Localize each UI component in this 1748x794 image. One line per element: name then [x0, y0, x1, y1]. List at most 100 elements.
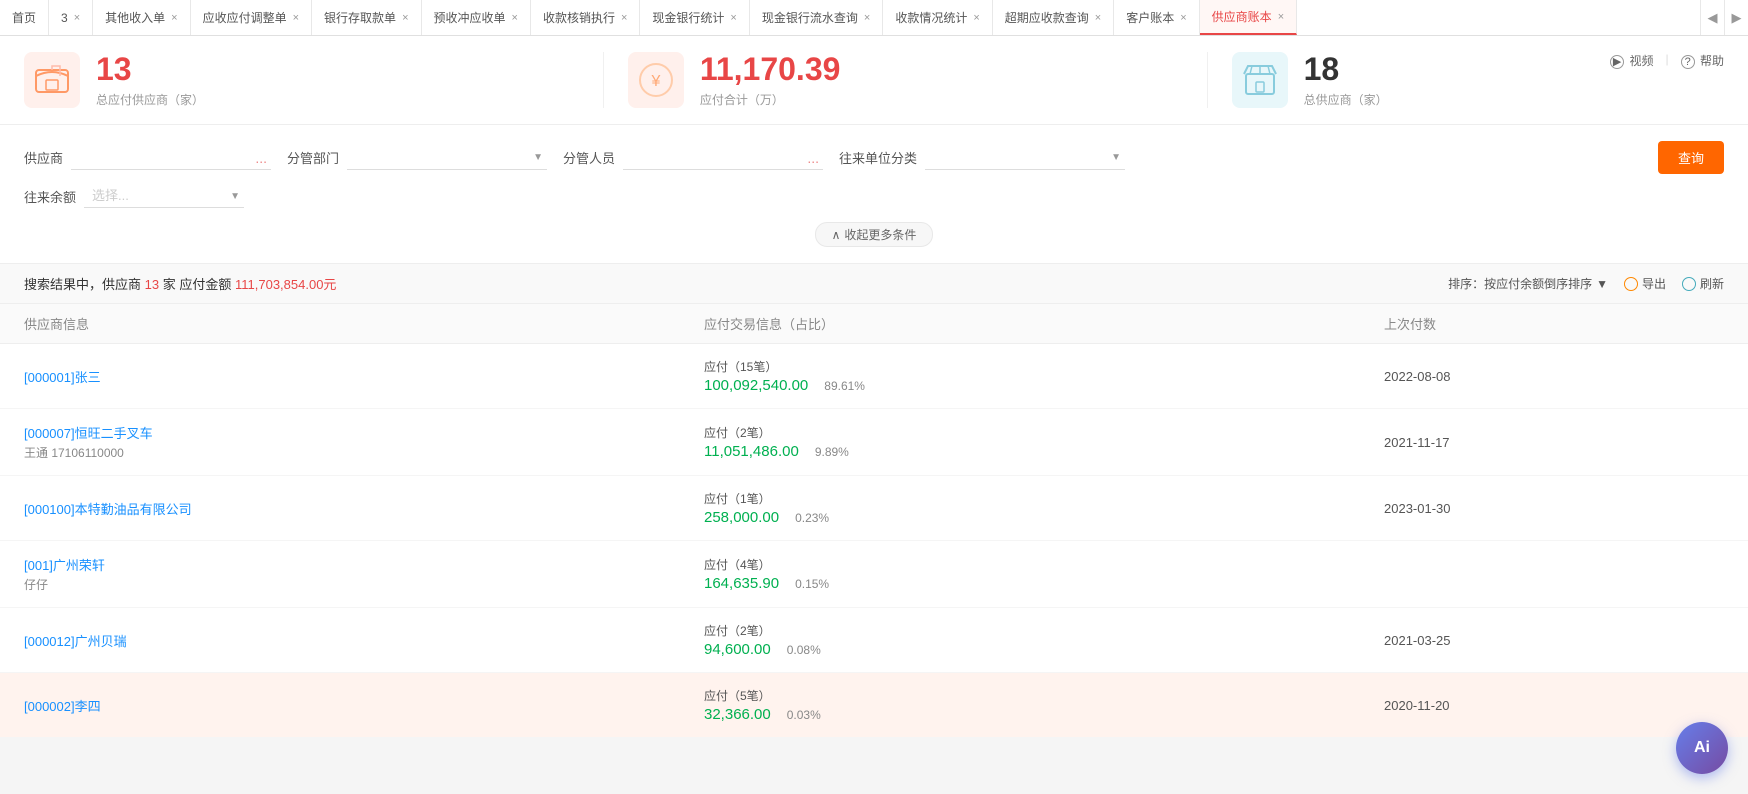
tx-label: 应付（15笔） [704, 358, 1384, 375]
table-row: [001]广州荣轩 仔仔 应付（4笔） 164,635.90 0.15% [0, 541, 1748, 608]
tx-label: 应付（2笔） [704, 622, 1384, 639]
supplier-sub: 仔仔 [24, 576, 704, 593]
nav-tab-receipt-stat[interactable]: 收款情况统计 × [883, 0, 992, 35]
table-row: [000100]本特勤油品有限公司 应付（1笔） 258,000.00 0.23… [0, 476, 1748, 541]
nav-prev-arrow[interactable]: ◀ [1700, 0, 1724, 36]
refresh-icon [1682, 277, 1696, 291]
collapse-button[interactable]: ∧ 收起更多条件 [815, 222, 934, 247]
export-button[interactable]: 导出 [1624, 275, 1666, 292]
close-icon[interactable]: × [730, 12, 736, 24]
tx-cell: 应付（2笔） 94,600.00 0.08% [704, 622, 1384, 658]
tx-cell: 应付（2笔） 11,051,486.00 9.89% [704, 424, 1384, 460]
supplier-sub: 王通 17106110000 [24, 444, 704, 461]
table-row: [000002]李四 应付（5笔） 32,366.00 0.03% 2020-1… [0, 673, 1748, 738]
result-actions: 排序：按应付余额倒序排序 ▼ 导出 刷新 [1448, 275, 1724, 292]
nav-tab-cash-bank-stat[interactable]: 现金银行统计 × [640, 0, 749, 35]
help-link[interactable]: ? 帮助 [1681, 52, 1724, 69]
supplier-cell: [000100]本特勤油品有限公司 [24, 499, 704, 518]
store-icon [1232, 52, 1288, 108]
tx-amount[interactable]: 32,366.00 [704, 706, 771, 723]
nav-tab-cash-bank-flow[interactable]: 现金银行流水查询 × [750, 0, 883, 35]
tx-label: 应付（5笔） [704, 687, 1384, 704]
tx-pct: 0.03% [787, 708, 821, 722]
tx-row: 164,635.90 0.15% [704, 573, 1384, 592]
supplier-cell: [000001]张三 [24, 367, 704, 386]
summary-bar: ▶ 视频 | ? 帮助 13 总应付供应商（家） ¥ [0, 36, 1748, 125]
supplier-link[interactable]: [000007]恒旺二手叉车 [24, 426, 153, 441]
tx-amount[interactable]: 100,092,540.00 [704, 377, 808, 394]
close-icon[interactable]: × [1278, 11, 1284, 23]
nav-tab-receipt-verify[interactable]: 收款核销执行 × [531, 0, 640, 35]
payable-amount-content: 11,170.39 应付合计（万） [700, 52, 841, 108]
close-icon[interactable]: × [171, 12, 177, 24]
close-icon[interactable]: × [973, 12, 979, 24]
nav-tab-supplier-book[interactable]: 供应商账本 × [1200, 0, 1297, 35]
nav-tab-bank-deposit[interactable]: 银行存取款单 × [312, 0, 421, 35]
tx-cell: 应付（5笔） 32,366.00 0.03% [704, 687, 1384, 723]
close-icon[interactable]: × [293, 12, 299, 24]
tx-amount[interactable]: 11,051,486.00 [704, 443, 799, 460]
nav-tab-prepay-ar[interactable]: 预收冲应收单 × [422, 0, 531, 35]
last-pay-cell: 2021-11-17 [1384, 435, 1724, 450]
supplier-cell: [000007]恒旺二手叉车 王通 17106110000 [24, 423, 704, 461]
video-link[interactable]: ▶ 视频 [1610, 52, 1653, 69]
supplier-link[interactable]: [001]广州荣轩 [24, 558, 105, 573]
nav-next-arrow[interactable]: ▶ [1724, 0, 1748, 36]
balance-select[interactable] [84, 184, 244, 208]
balance-filter: 往来余额 ▼ [24, 184, 244, 208]
data-table: 供应商信息 应付交易信息（占比） 上次付数 [000001]张三 应付（15笔）… [0, 304, 1748, 738]
close-icon[interactable]: × [864, 12, 870, 24]
nav-tab-3[interactable]: 3 × [49, 0, 93, 35]
nav-tab-other-income[interactable]: 其他收入单 × [93, 0, 190, 35]
supplier-filter-label: 供应商 [24, 148, 63, 167]
balance-input-wrapper: ▼ [84, 184, 244, 208]
person-input[interactable] [623, 146, 823, 170]
dept-filter-label: 分管部门 [287, 148, 339, 167]
table-row: [000007]恒旺二手叉车 王通 17106110000 应付（2笔） 11,… [0, 409, 1748, 476]
supplier-link[interactable]: [000001]张三 [24, 370, 101, 385]
category-input-wrapper: ▼ [925, 146, 1125, 170]
nav-tab-ar-ap-adjust[interactable]: 应收应付调整单 × [191, 0, 312, 35]
total-suppliers-label: 总供应商（家） [1304, 91, 1388, 108]
total-suppliers-content: 18 总供应商（家） [1304, 52, 1388, 108]
export-label: 导出 [1642, 275, 1666, 292]
nav-tab-overdue-ar[interactable]: 超期应收款查询 × [993, 0, 1114, 35]
result-supplier-count: 13 [145, 277, 159, 292]
tx-amount[interactable]: 94,600.00 [704, 641, 771, 658]
tx-amount[interactable]: 258,000.00 [704, 509, 779, 526]
refresh-button[interactable]: 刷新 [1682, 275, 1724, 292]
tx-cell: 应付（4笔） 164,635.90 0.15% [704, 556, 1384, 592]
table-row: [000012]广州贝瑞 应付（2笔） 94,600.00 0.08% 2021… [0, 608, 1748, 673]
nav-tab-bank-deposit-label: 银行存取款单 [324, 9, 396, 26]
nav-tab-cash-bank-stat-label: 现金银行统计 [652, 9, 724, 26]
table-row: [000001]张三 应付（15笔） 100,092,540.00 89.61%… [0, 344, 1748, 409]
result-amount-total: 111,703,854.00元 [235, 277, 336, 292]
close-icon[interactable]: × [621, 12, 627, 24]
nav-tab-home[interactable]: 首页 [0, 0, 49, 35]
close-icon[interactable]: × [1095, 12, 1101, 24]
category-input[interactable] [925, 146, 1125, 170]
supplier-input[interactable] [71, 146, 271, 170]
supplier-link[interactable]: [000002]李四 [24, 699, 101, 714]
tx-label: 应付（1笔） [704, 490, 1384, 507]
close-icon[interactable]: × [512, 12, 518, 24]
close-icon[interactable]: × [74, 12, 80, 24]
supplier-link[interactable]: [000012]广州贝瑞 [24, 634, 127, 649]
ai-badge[interactable]: Ai [1676, 722, 1728, 774]
nav-tab-customer-book[interactable]: 客户账本 × [1114, 0, 1199, 35]
supplier-link[interactable]: [000100]本特勤油品有限公司 [24, 502, 192, 517]
nav-tab-receipt-stat-label: 收款情况统计 [895, 9, 967, 26]
filter-row-2: 往来余额 ▼ [24, 184, 1724, 208]
payable-suppliers-count: 13 [96, 52, 204, 87]
supplier-cell: [000002]李四 [24, 696, 704, 715]
supplier-cell: [000012]广州贝瑞 [24, 631, 704, 650]
supplier-input-wrapper: ... [71, 146, 271, 170]
query-button[interactable]: 查询 [1658, 141, 1724, 174]
tx-amount[interactable]: 164,635.90 [704, 575, 779, 592]
category-filter-label: 往来单位分类 [839, 148, 917, 167]
dept-input[interactable] [347, 146, 547, 170]
nav-tab-cash-bank-flow-label: 现金银行流水查询 [762, 9, 858, 26]
sort-button[interactable]: 排序：按应付余额倒序排序 ▼ [1448, 275, 1608, 292]
close-icon[interactable]: × [402, 12, 408, 24]
close-icon[interactable]: × [1180, 12, 1186, 24]
